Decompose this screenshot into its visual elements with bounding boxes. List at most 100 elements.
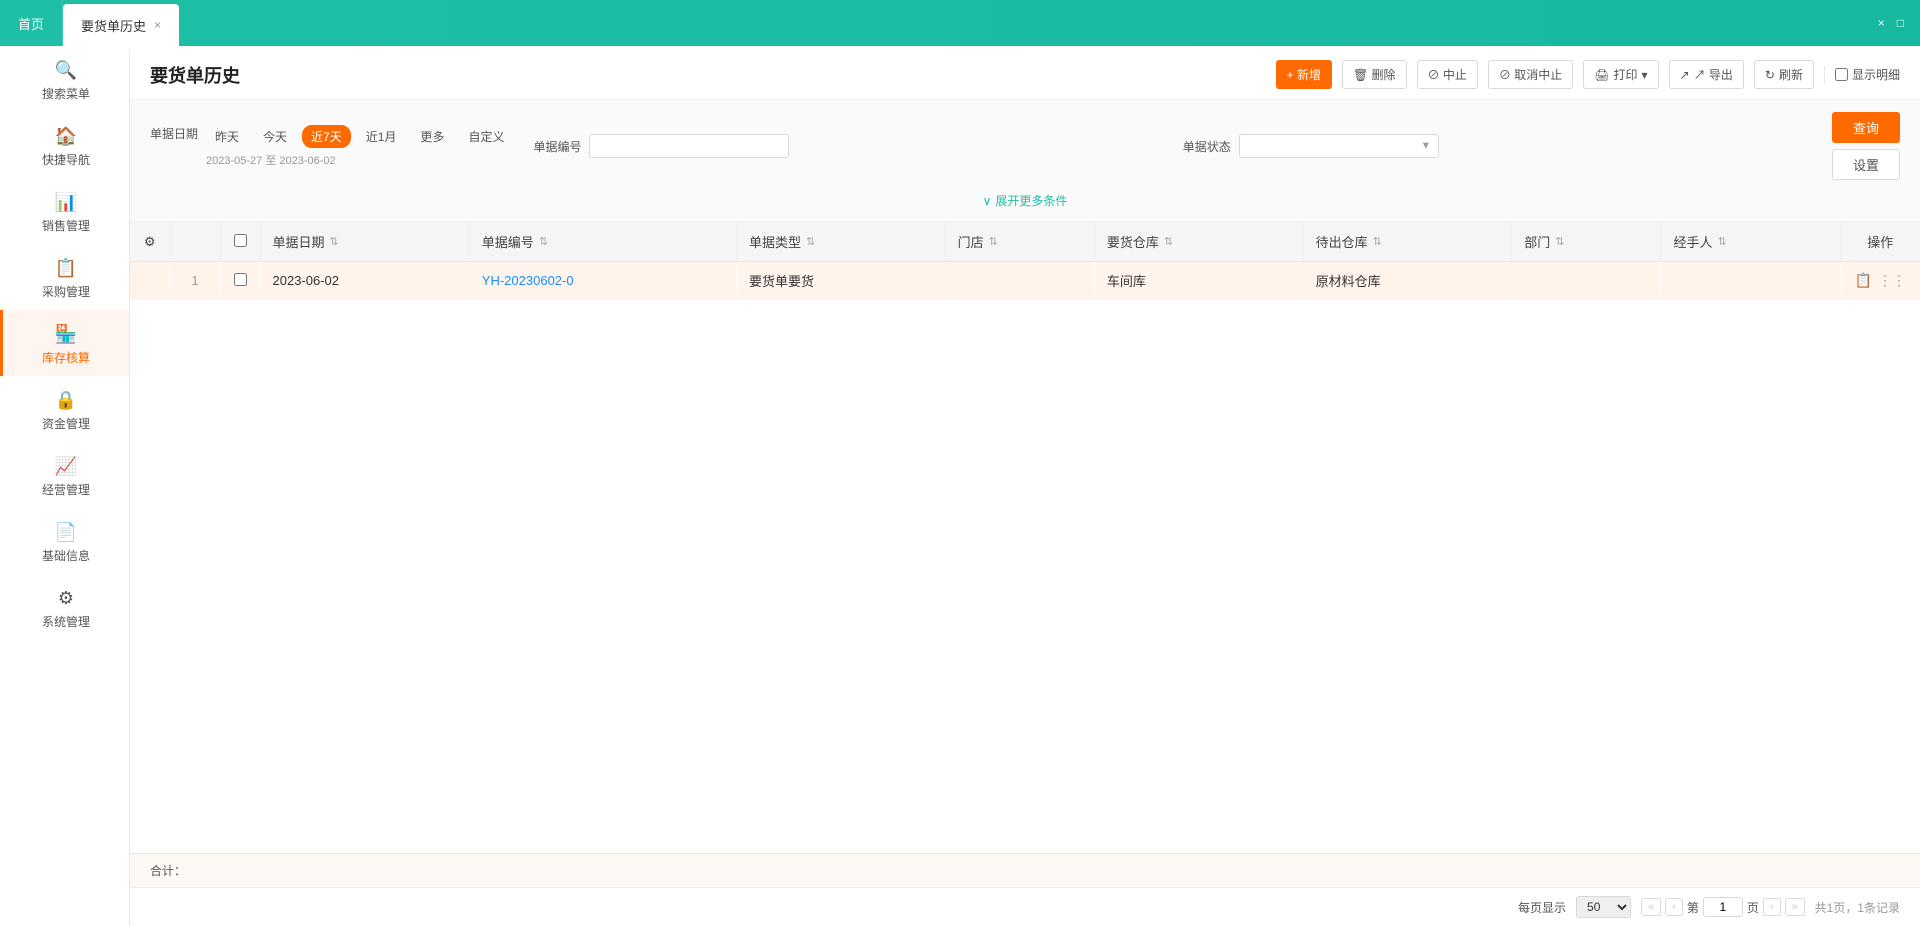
col-doc-number-label: 单据编号 (482, 232, 534, 251)
date-filter-label: 单据日期 (150, 125, 198, 142)
col-pending-warehouse-label: 待出仓库 (1316, 232, 1368, 251)
date-range-text: 2023-05-27 至 2023-06-02 (206, 152, 513, 168)
row-more-icon[interactable]: ⋮⋮ (1878, 272, 1906, 289)
search-menu-icon: 🔍 (55, 60, 77, 81)
sidebar-item-purchase-label: 采购管理 (42, 283, 90, 300)
table-header-row: ⚙ 单据日期 ⇅ (130, 222, 1920, 262)
query-button[interactable]: 查询 (1832, 112, 1900, 143)
col-doc-number-sort-icon: ⇅ (539, 235, 548, 248)
sidebar-item-operations-mgmt[interactable]: 📈 经营管理 (0, 442, 129, 508)
page-total-info: 共1页，1条记录 (1815, 899, 1900, 916)
sidebar-item-system-mgmt[interactable]: ⚙ 系统管理 (0, 574, 129, 640)
export-button[interactable]: ↗ ↗ 导出 (1669, 60, 1744, 89)
sidebar-item-inventory-label: 库存核算 (42, 349, 90, 366)
col-doc-type-label: 单据类型 (749, 232, 801, 251)
display-detail-text: 显示明细 (1852, 66, 1900, 83)
tab-home[interactable]: 首页 (0, 0, 63, 46)
date-preset-custom[interactable]: 自定义 (459, 125, 513, 148)
status-select-wrapper: 待处理 已完成 已取消 (1239, 134, 1439, 158)
filter-actions: 查询 设置 (1832, 112, 1900, 180)
display-detail-checkbox[interactable] (1835, 68, 1848, 81)
status-select[interactable]: 待处理 已完成 已取消 (1239, 134, 1439, 158)
page-input[interactable] (1703, 897, 1743, 917)
print-button[interactable]: 🖨 打印 ▾ (1583, 60, 1658, 89)
data-table: ⚙ 单据日期 ⇅ (130, 222, 1920, 300)
delete-button[interactable]: 🗑 删除 (1342, 60, 1407, 89)
new-button[interactable]: + 新增 (1276, 60, 1332, 89)
next-page-button[interactable]: › (1763, 898, 1781, 916)
sidebar-item-search-menu[interactable]: 🔍 搜索菜单 (0, 46, 129, 112)
col-req-warehouse-label: 要货仓库 (1107, 232, 1159, 251)
col-req-warehouse-sort-icon: ⇅ (1164, 235, 1173, 248)
window-close-icon[interactable]: × (1878, 16, 1885, 30)
expand-more-row[interactable]: ∨ 展开更多条件 (150, 188, 1900, 213)
col-header-req-warehouse[interactable]: 要货仓库 ⇅ (1094, 222, 1303, 262)
sidebar-item-base-info[interactable]: 📄 基础信息 (0, 508, 129, 574)
sidebar-item-purchase-mgmt[interactable]: 📋 采购管理 (0, 244, 129, 310)
cancel-stop-button[interactable]: ⊘ 取消中止 (1488, 60, 1573, 89)
row-doc-number-link[interactable]: YH-20230602-0 (482, 273, 574, 288)
col-header-pending-warehouse[interactable]: 待出仓库 ⇅ (1303, 222, 1512, 262)
col-header-doc-type[interactable]: 单据类型 ⇅ (736, 222, 945, 262)
date-preset-today[interactable]: 今天 (254, 125, 296, 148)
last-page-button[interactable]: » (1785, 898, 1805, 916)
sidebar-item-sales-mgmt[interactable]: 📊 销售管理 (0, 178, 129, 244)
print-label: 打印 (1613, 66, 1637, 83)
sidebar-item-finance-mgmt[interactable]: 🔒 资金管理 (0, 376, 129, 442)
col-header-store[interactable]: 门店 ⇅ (945, 222, 1094, 262)
row-req-warehouse-cell: 车间库 (1094, 262, 1303, 300)
row-setting-cell (130, 262, 170, 300)
page-header: 要货单历史 + 新增 🗑 删除 ⊘ 中止 ⊘ 取消中止 🖨 打印 ▾ ↗ (130, 46, 1920, 100)
prev-page-button[interactable]: ‹ (1665, 898, 1683, 916)
tab-home-label: 首页 (18, 14, 44, 33)
tab-close-icon[interactable]: × (154, 18, 161, 32)
print-dropdown-icon: ▾ (1641, 68, 1647, 82)
stop-button[interactable]: ⊘ 中止 (1417, 60, 1478, 89)
status-filter: 单据状态 待处理 已完成 已取消 (1183, 134, 1812, 158)
date-preset-more[interactable]: 更多 (411, 125, 453, 148)
col-header-setting[interactable]: ⚙ (130, 222, 170, 262)
tab-requisition-history[interactable]: 要货单历史 × (63, 4, 179, 50)
page-content: 要货单历史 + 新增 🗑 删除 ⊘ 中止 ⊘ 取消中止 🖨 打印 ▾ ↗ (130, 46, 1920, 926)
finance-mgmt-icon: 🔒 (55, 390, 77, 411)
col-department-sort-icon: ⇅ (1555, 235, 1564, 248)
filter-area: 单据日期 昨天 今天 近7天 近1月 更多 自定义 2 (130, 100, 1920, 222)
refresh-label: 刷新 (1779, 66, 1803, 83)
table-container: ⚙ 单据日期 ⇅ (130, 222, 1920, 853)
page-nav: « ‹ 第 页 › » (1641, 897, 1805, 917)
sidebar-item-system-label: 系统管理 (42, 613, 90, 630)
select-all-checkbox[interactable] (234, 234, 247, 247)
page-title: 要货单历史 (150, 62, 240, 88)
col-header-department[interactable]: 部门 ⇅ (1512, 222, 1661, 262)
col-header-actions: 操作 (1840, 222, 1920, 262)
page-size-select[interactable]: 20 50 100 (1576, 896, 1631, 918)
row-actions-cell: 📋 ⋮⋮ (1840, 262, 1920, 300)
sidebar-item-quick-nav-label: 快捷导航 (42, 151, 90, 168)
settings-button[interactable]: 设置 (1832, 149, 1900, 180)
date-preset-yesterday[interactable]: 昨天 (206, 125, 248, 148)
sales-mgmt-icon: 📊 (55, 192, 77, 213)
col-header-handler[interactable]: 经手人 ⇅ (1661, 222, 1840, 262)
sidebar-item-inventory[interactable]: 🏪 库存核算 (0, 310, 129, 376)
row-handler-cell (1661, 262, 1840, 300)
row-checkbox[interactable] (234, 273, 247, 286)
row-pending-warehouse-cell: 原材料仓库 (1303, 262, 1512, 300)
top-bar: 首页 要货单历史 × × □ (0, 0, 1920, 46)
date-preset-7days[interactable]: 近7天 (302, 125, 351, 148)
row-doc-number-cell: YH-20230602-0 (469, 262, 736, 300)
refresh-button[interactable]: ↻ 刷新 (1754, 60, 1814, 89)
first-page-button[interactable]: « (1641, 898, 1661, 916)
window-maximize-icon[interactable]: □ (1897, 16, 1904, 30)
status-label: 单据状态 (1183, 138, 1231, 155)
export-icon: ↗ (1680, 68, 1690, 82)
row-edit-icon[interactable]: 📋 (1855, 272, 1872, 289)
date-preset-1month[interactable]: 近1月 (357, 125, 406, 148)
base-info-icon: 📄 (55, 522, 77, 543)
col-header-doc-number[interactable]: 单据编号 ⇅ (469, 222, 736, 262)
inventory-icon: 🏪 (55, 324, 77, 345)
doc-number-input[interactable] (589, 134, 789, 158)
page-unit: 页 (1747, 899, 1759, 916)
sidebar-item-quick-nav[interactable]: 🏠 快捷导航 (0, 112, 129, 178)
row-doc-type-cell: 要货单要货 (736, 262, 945, 300)
col-header-date[interactable]: 单据日期 ⇅ (260, 222, 469, 262)
